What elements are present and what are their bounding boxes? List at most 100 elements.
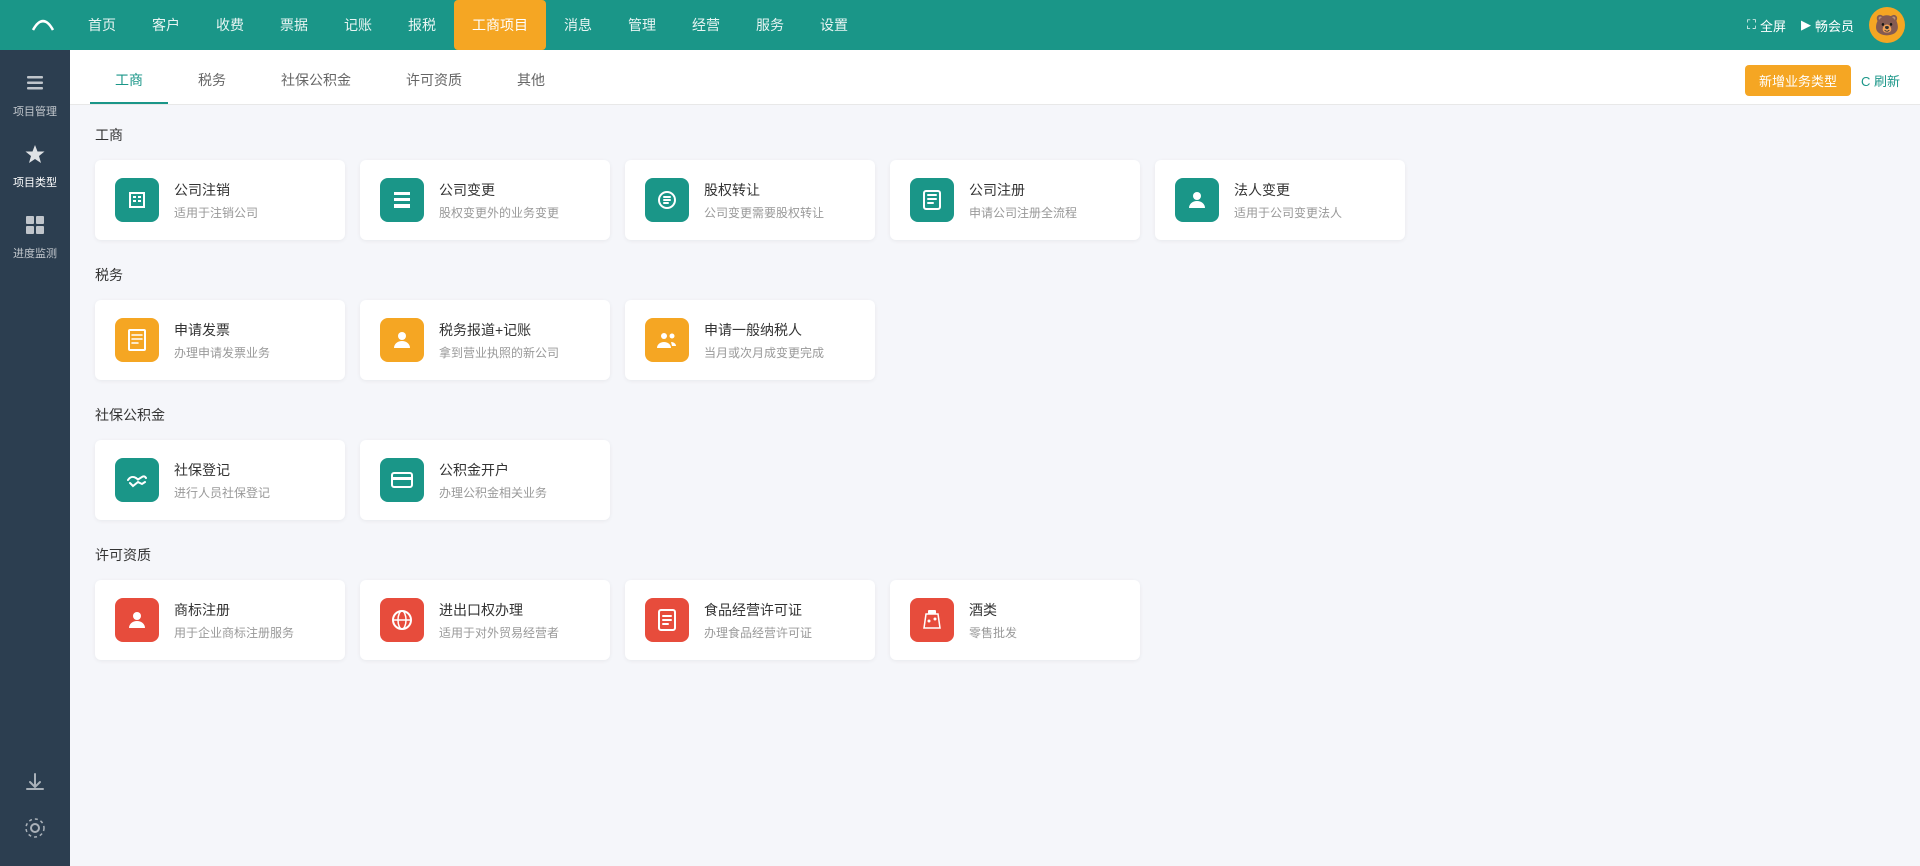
card-icon	[645, 318, 689, 362]
nav-item-客户[interactable]: 客户	[134, 0, 198, 50]
service-card-申请发票[interactable]: 申请发票办理申请发票业务	[95, 300, 345, 380]
section-社保公积金: 社保公积金社保登记进行人员社保登记 公积金开户办理公积金相关业务	[95, 405, 1895, 520]
card-title: 税务报道+记账	[439, 320, 559, 340]
sidebar-label-project-type: 项目类型	[13, 174, 57, 190]
service-card-公积金开户[interactable]: 公积金开户办理公积金相关业务	[360, 440, 610, 520]
service-card-食品经营许可证[interactable]: 食品经营许可证办理食品经营许可证	[625, 580, 875, 660]
card-icon	[910, 178, 954, 222]
tab-许可资质[interactable]: 许可资质	[381, 58, 487, 104]
nav-item-工商项目[interactable]: 工商项目	[454, 0, 546, 50]
card-desc: 办理申请发票业务	[174, 344, 270, 361]
card-desc: 办理食品经营许可证	[704, 624, 812, 641]
nav-item-报税[interactable]: 报税	[390, 0, 454, 50]
service-card-社保登记[interactable]: 社保登记进行人员社保登记	[95, 440, 345, 520]
nav-item-设置[interactable]: 设置	[802, 0, 866, 50]
section-title: 工商	[95, 125, 1895, 145]
service-card-商标注册[interactable]: 商标注册用于企业商标注册服务	[95, 580, 345, 660]
card-icon	[1175, 178, 1219, 222]
nav-item-记账[interactable]: 记账	[326, 0, 390, 50]
nav-item-服务[interactable]: 服务	[738, 0, 802, 50]
nav-item-票据[interactable]: 票据	[262, 0, 326, 50]
card-info: 公司变更股权变更外的业务变更	[439, 180, 559, 221]
card-info: 申请一般纳税人当月或次月成变更完成	[704, 320, 824, 361]
section-title: 税务	[95, 265, 1895, 285]
card-desc: 办理公积金相关业务	[439, 484, 547, 501]
card-icon	[115, 178, 159, 222]
nav-items: 首页客户收费票据记账报税工商项目消息管理经营服务设置	[70, 0, 1747, 50]
card-info: 申请发票办理申请发票业务	[174, 320, 270, 361]
service-card-申请一般纳税人[interactable]: 申请一般纳税人当月或次月成变更完成	[625, 300, 875, 380]
fullscreen-label: 全屏	[1760, 16, 1786, 35]
card-info: 商标注册用于企业商标注册服务	[174, 600, 294, 641]
nav-item-首页[interactable]: 首页	[70, 0, 134, 50]
card-title: 食品经营许可证	[704, 600, 812, 620]
card-title: 酒类	[969, 600, 1017, 620]
service-card-股权转让[interactable]: 股权转让公司变更需要股权转让	[625, 160, 875, 240]
tab-工商[interactable]: 工商	[90, 58, 168, 104]
tab-税务[interactable]: 税务	[173, 58, 251, 104]
card-info: 税务报道+记账拿到营业执照的新公司	[439, 320, 559, 361]
sidebar-item-project-type[interactable]: 项目类型	[0, 131, 70, 202]
card-title: 公司变更	[439, 180, 559, 200]
download-icon-button[interactable]	[0, 759, 70, 805]
refresh-button[interactable]: C 刷新	[1861, 71, 1900, 90]
card-info: 股权转让公司变更需要股权转让	[704, 180, 824, 221]
service-card-公司注册[interactable]: 公司注册申请公司注册全流程	[890, 160, 1140, 240]
card-info: 酒类零售批发	[969, 600, 1017, 641]
cards-grid: 申请发票办理申请发票业务 税务报道+记账拿到营业执照的新公司 申请一般纳税人当月或次…	[95, 300, 1895, 380]
card-info: 食品经营许可证办理食品经营许可证	[704, 600, 812, 641]
main-content[interactable]: 工商公司注销适用于注销公司 公司变更股权变更外的业务变更 股权转让公司变更需要股权转…	[70, 105, 1920, 866]
card-desc: 适用于对外贸易经营者	[439, 624, 559, 641]
nav-item-管理[interactable]: 管理	[610, 0, 674, 50]
play-icon: ▶	[1801, 17, 1811, 33]
settings-icon-button[interactable]	[0, 805, 70, 851]
vip-label: 畅会员	[1815, 16, 1854, 35]
card-icon	[115, 318, 159, 362]
card-title: 商标注册	[174, 600, 294, 620]
tab-社保公积金[interactable]: 社保公积金	[256, 58, 376, 104]
service-card-进出口权办理[interactable]: 进出口权办理适用于对外贸易经营者	[360, 580, 610, 660]
tab-其他[interactable]: 其他	[492, 58, 570, 104]
sidebar-item-project-management[interactable]: 项目管理	[0, 60, 70, 131]
nav-item-经营[interactable]: 经营	[674, 0, 738, 50]
cards-grid: 商标注册用于企业商标注册服务 进出口权办理适用于对外贸易经营者 食品经营许可证办理食…	[95, 580, 1895, 660]
service-card-公司变更[interactable]: 公司变更股权变更外的业务变更	[360, 160, 610, 240]
fullscreen-icon: ⛶	[1747, 17, 1756, 33]
grid-icon	[24, 214, 46, 240]
service-card-酒类[interactable]: 酒类零售批发	[890, 580, 1140, 660]
sidebar-bottom	[0, 759, 70, 866]
sidebar: 项目管理 项目类型 进度监测	[0, 50, 70, 866]
avatar[interactable]: 🐻	[1869, 7, 1905, 43]
service-card-税务报道+记账[interactable]: 税务报道+记账拿到营业执照的新公司	[360, 300, 610, 380]
nav-item-消息[interactable]: 消息	[546, 0, 610, 50]
card-desc: 当月或次月成变更完成	[704, 344, 824, 361]
card-title: 法人变更	[1234, 180, 1342, 200]
card-desc: 股权变更外的业务变更	[439, 204, 559, 221]
tab-bar-actions: 新增业务类型 C 刷新	[1745, 65, 1900, 96]
nav-item-收费[interactable]: 收费	[198, 0, 262, 50]
card-icon	[645, 178, 689, 222]
vip-button[interactable]: ▶ 畅会员	[1801, 16, 1854, 35]
card-desc: 进行人员社保登记	[174, 484, 270, 501]
card-desc: 适用于注销公司	[174, 204, 258, 221]
card-icon	[115, 458, 159, 502]
card-title: 股权转让	[704, 180, 824, 200]
fullscreen-button[interactable]: ⛶ 全屏	[1747, 16, 1786, 35]
star-icon	[24, 143, 46, 169]
service-card-公司注销[interactable]: 公司注销适用于注销公司	[95, 160, 345, 240]
card-info: 公司注销适用于注销公司	[174, 180, 258, 221]
card-title: 公积金开户	[439, 460, 547, 480]
card-icon	[115, 598, 159, 642]
service-card-法人变更[interactable]: 法人变更适用于公司变更法人	[1155, 160, 1405, 240]
card-info: 社保登记进行人员社保登记	[174, 460, 270, 501]
card-title: 公司注册	[969, 180, 1077, 200]
card-title: 进出口权办理	[439, 600, 559, 620]
section-title: 社保公积金	[95, 405, 1895, 425]
card-icon	[380, 178, 424, 222]
main-layout: 项目管理 项目类型 进度监测	[0, 50, 1920, 866]
sidebar-item-progress[interactable]: 进度监测	[0, 202, 70, 273]
new-type-button[interactable]: 新增业务类型	[1745, 65, 1851, 96]
card-desc: 零售批发	[969, 624, 1017, 641]
section-许可资质: 许可资质商标注册用于企业商标注册服务进出口权办理适用于对外贸易经营者食品经营许可…	[95, 545, 1895, 660]
card-info: 公司注册申请公司注册全流程	[969, 180, 1077, 221]
